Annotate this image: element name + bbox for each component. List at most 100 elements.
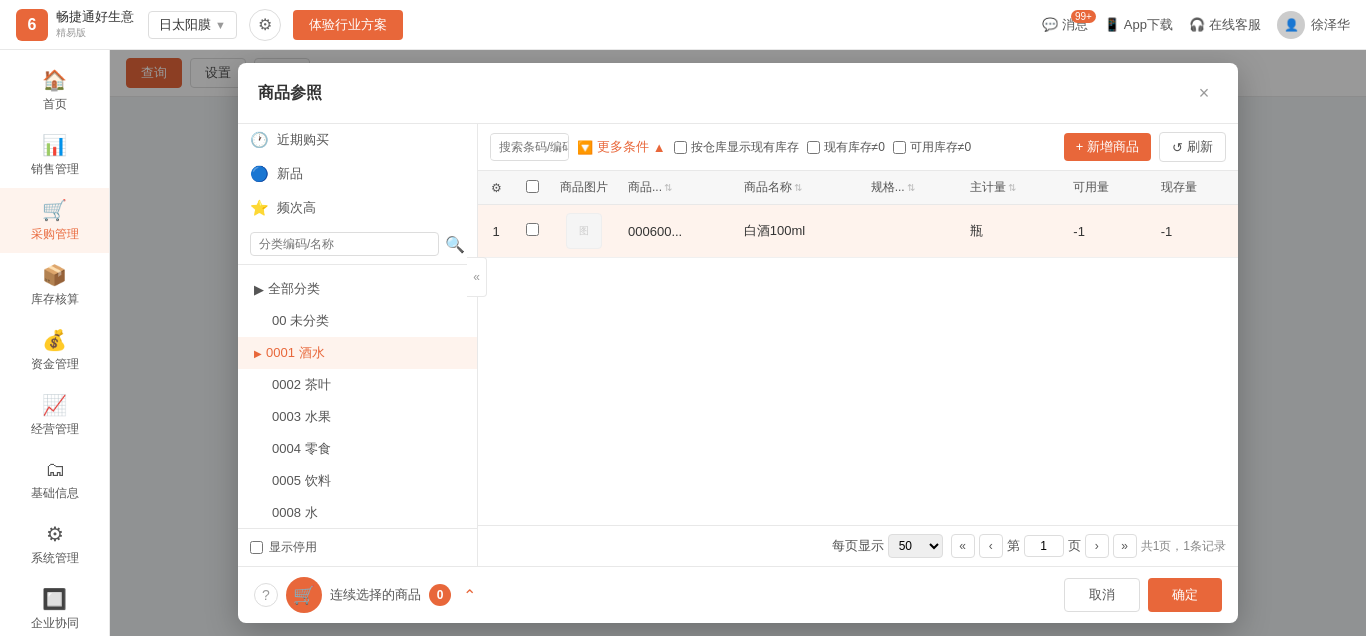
- filter-collapse-icon: ▲: [653, 140, 666, 155]
- username-label: 徐泽华: [1311, 16, 1350, 34]
- td-name: 白酒100ml: [734, 205, 861, 258]
- column-settings-icon[interactable]: ⚙: [491, 181, 502, 195]
- new-icon: 🔵: [250, 165, 269, 183]
- clock-icon: 🕐: [250, 131, 269, 149]
- help-icon-btn[interactable]: ?: [254, 583, 278, 607]
- company-name: 日太阳膜: [159, 16, 211, 34]
- refresh-icon: ↺: [1172, 140, 1183, 155]
- tree-item-全部分类[interactable]: ▶全部分类: [238, 273, 477, 305]
- tree-item-label: 00 未分类: [272, 312, 329, 330]
- available-stock-checkbox-item[interactable]: 可用库存≠0: [893, 139, 971, 156]
- warehouse-stock-checkbox[interactable]: [674, 141, 687, 154]
- quick-item-recent[interactable]: 🕐 近期购买: [238, 124, 477, 156]
- td-spec: [861, 205, 961, 258]
- shopping-cart-icon: 🛒: [293, 584, 315, 606]
- tree-arrow-icon: ▶: [254, 348, 262, 359]
- table-row[interactable]: 1 图 000600... 白酒100ml 瓶 -1 -1: [478, 205, 1238, 258]
- td-unit: 瓶: [960, 205, 1063, 258]
- category-search-icon[interactable]: 🔍: [445, 235, 465, 254]
- footer-collapse-btn[interactable]: ⌃: [459, 582, 480, 609]
- sidebar-item-采购管理[interactable]: 🛒 采购管理: [0, 188, 109, 253]
- sidebar-item-首页[interactable]: 🏠首页: [0, 58, 109, 123]
- product-reference-modal: 商品参照 × 🕐 近期购买 🔵 新品: [238, 63, 1238, 623]
- sidebar-label: 系统管理: [31, 550, 79, 567]
- trial-button[interactable]: 体验行业方案: [293, 10, 403, 40]
- available-stock-checkbox[interactable]: [893, 141, 906, 154]
- refresh-button[interactable]: ↺ 刷新: [1159, 132, 1226, 162]
- row-checkbox[interactable]: [526, 223, 539, 236]
- tree-item-00 未分类[interactable]: 00 未分类: [238, 305, 477, 337]
- tree-item-label: 0001 酒水: [266, 344, 325, 362]
- company-selector[interactable]: 日太阳膜 ▼: [148, 11, 237, 39]
- first-page-btn[interactable]: «: [951, 534, 975, 558]
- sidebar-label: 销售管理: [31, 161, 79, 178]
- last-page-btn[interactable]: »: [1113, 534, 1137, 558]
- tree-item-0003 水果[interactable]: 0003 水果: [238, 401, 477, 433]
- th-available: 可用量: [1063, 171, 1150, 205]
- left-panel-collapse-btn[interactable]: «: [467, 257, 487, 297]
- add-product-button[interactable]: + 新增商品: [1064, 133, 1151, 161]
- product-table: ⚙ 商品图片 商品...⇅: [478, 171, 1238, 258]
- sidebar: 🏠首页📊销售管理 🛒 采购管理 📦库存核算💰资金管理📈经营管理🗂基础信息⚙系统管理🔲企…: [0, 50, 110, 636]
- quick-item-frequent[interactable]: ⭐ 频次高: [238, 192, 477, 224]
- per-page-selector: 每页显示 102050100: [832, 534, 943, 558]
- tree-expand-icon: ▶: [254, 282, 264, 297]
- td-stock: -1: [1151, 205, 1238, 258]
- sidebar-icon: 📦: [42, 263, 67, 287]
- available-stock-label: 可用库存≠0: [910, 139, 971, 156]
- tree-item-0004 零食[interactable]: 0004 零食: [238, 433, 477, 465]
- tree-item-0005 饮料[interactable]: 0005 饮料: [238, 465, 477, 497]
- warehouse-stock-checkbox-item[interactable]: 按仓库显示现有库存: [674, 139, 799, 156]
- page-label: 第: [1007, 537, 1020, 555]
- next-page-btn[interactable]: ›: [1085, 534, 1109, 558]
- sidebar-icon: 🛒: [42, 198, 67, 222]
- online-service-label: 在线客服: [1209, 16, 1261, 34]
- modal-close-button[interactable]: ×: [1190, 79, 1218, 107]
- content-area: 查询 设置 刷新 商品参照 × 🕐: [110, 50, 1366, 636]
- tree-item-0001 酒水[interactable]: ▶ 0001 酒水: [238, 337, 477, 369]
- refresh-label: 刷新: [1187, 138, 1213, 156]
- spec-sort-icon: ⇅: [907, 182, 915, 193]
- sidebar-item-系统管理[interactable]: ⚙系统管理: [0, 512, 109, 577]
- current-stock-checkbox[interactable]: [807, 141, 820, 154]
- sidebar-item-经营管理[interactable]: 📈经营管理: [0, 383, 109, 448]
- settings-icon[interactable]: ⚙: [249, 9, 281, 41]
- app-download-item[interactable]: 📱 App下载: [1104, 16, 1173, 34]
- sidebar-label: 采购管理: [31, 226, 79, 243]
- prev-page-btn[interactable]: ‹: [979, 534, 1003, 558]
- sidebar-item-销售管理[interactable]: 📊销售管理: [0, 123, 109, 188]
- cart-button[interactable]: 🛒: [286, 577, 322, 613]
- product-search-input[interactable]: [491, 135, 569, 159]
- table-head: ⚙ 商品图片 商品...⇅: [478, 171, 1238, 205]
- td-check[interactable]: [514, 205, 550, 258]
- user-avatar-area[interactable]: 👤 徐泽华: [1277, 11, 1350, 39]
- more-filter-btn[interactable]: 🔽 更多条件 ▲: [577, 138, 666, 156]
- quick-new-label: 新品: [277, 165, 303, 183]
- category-search-input[interactable]: [250, 232, 439, 256]
- page-number-input[interactable]: [1024, 535, 1064, 557]
- filter-btn-label: 更多条件: [597, 138, 649, 156]
- quick-items: 🕐 近期购买 🔵 新品 ⭐ 频次高: [238, 124, 477, 224]
- current-stock-checkbox-item[interactable]: 现有库存≠0: [807, 139, 885, 156]
- app-download-label: App下载: [1124, 16, 1173, 34]
- sidebar-item-库存核算[interactable]: 📦库存核算: [0, 253, 109, 318]
- main-layout: 🏠首页📊销售管理🛒采购管理📦库存核算💰资金管理📈经营管理🗂基础信息⚙系统管理🔲企…: [0, 50, 1366, 636]
- th-code: 商品...⇅: [618, 171, 734, 205]
- sidebar-item-基础信息[interactable]: 🗂基础信息: [0, 448, 109, 512]
- headset-icon: 🎧: [1189, 17, 1205, 32]
- tree-item-0002 茶叶[interactable]: 0002 茶叶: [238, 369, 477, 401]
- show-disabled-label[interactable]: 显示停用: [269, 539, 317, 556]
- quick-item-new[interactable]: 🔵 新品: [238, 158, 477, 190]
- select-all-checkbox[interactable]: [526, 180, 539, 193]
- show-disabled-checkbox[interactable]: [250, 541, 263, 554]
- per-page-select[interactable]: 102050100: [888, 534, 943, 558]
- td-available: -1: [1063, 205, 1150, 258]
- sidebar-item-企业协同[interactable]: 🔲企业协同: [0, 577, 109, 636]
- messages-nav-item[interactable]: 💬 消息 99+: [1042, 16, 1088, 34]
- tree-item-0008 水[interactable]: 0008 水: [238, 497, 477, 528]
- selected-count-badge: 0: [429, 584, 451, 606]
- online-service-item[interactable]: 🎧 在线客服: [1189, 16, 1261, 34]
- sidebar-item-资金管理[interactable]: 💰资金管理: [0, 318, 109, 383]
- confirm-button[interactable]: 确定: [1148, 578, 1222, 612]
- cancel-button[interactable]: 取消: [1064, 578, 1140, 612]
